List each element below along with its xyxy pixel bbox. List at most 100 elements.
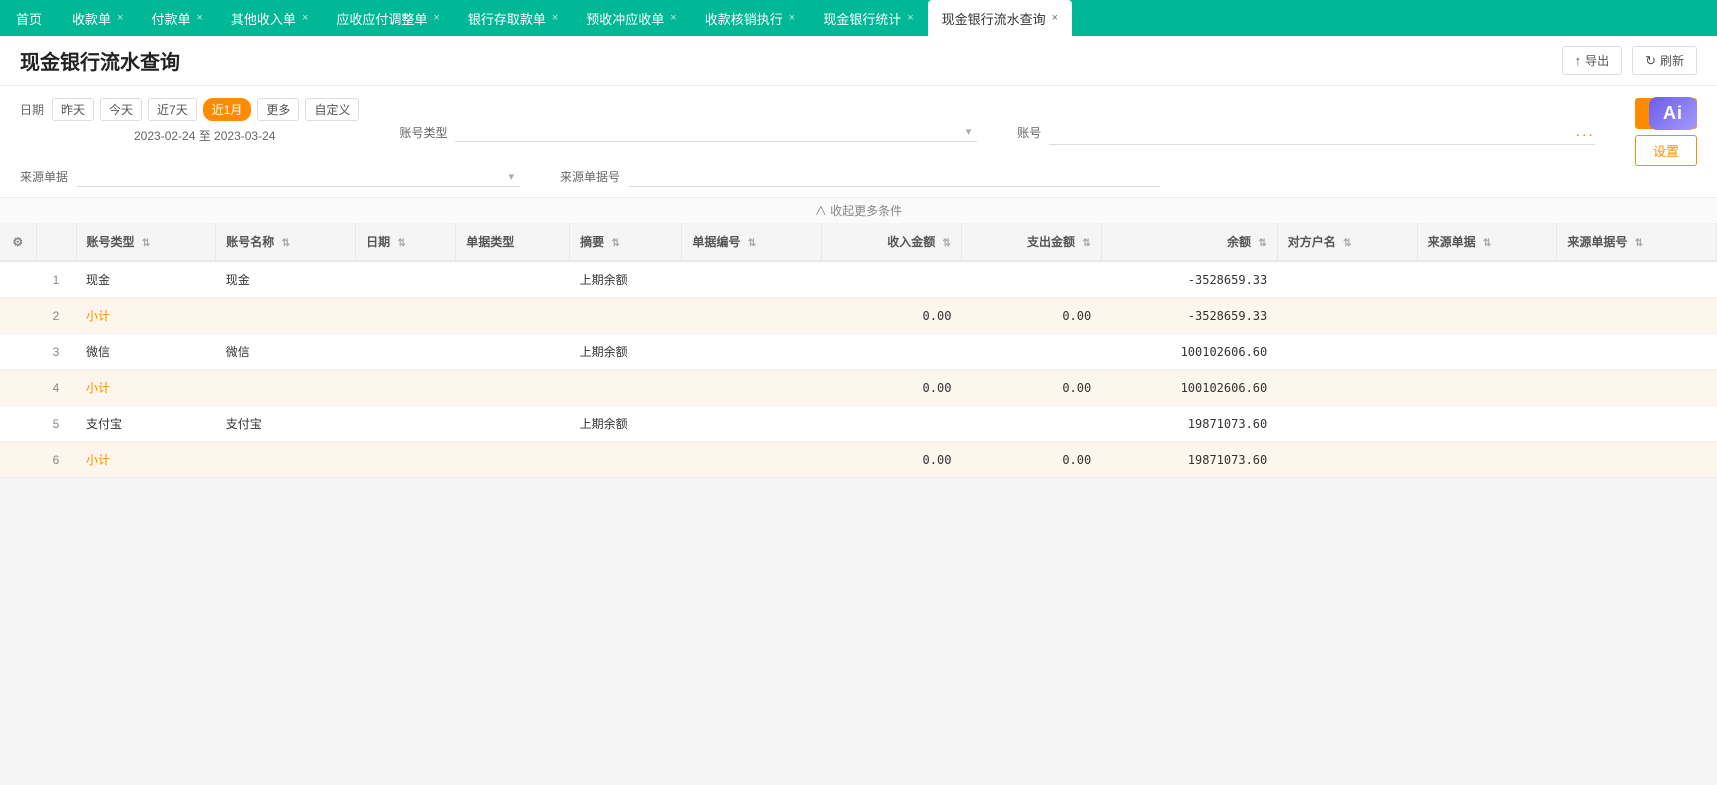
row-counter-party (1277, 298, 1417, 334)
row-num: 4 (36, 370, 76, 406)
date-option-昨天[interactable]: 昨天 (52, 98, 94, 121)
nav-tab-预收冲应收单[interactable]: 预收冲应收单× (572, 0, 690, 36)
collapse-bar[interactable]: ∧ 收起更多条件 (0, 197, 1717, 223)
filter-section-top: 日期 昨天今天近7天近1月更多自定义 2023-02-24 至 2023-03-… (0, 86, 1717, 166)
acct-type-select[interactable]: ▾ (455, 122, 977, 142)
row-date (356, 370, 456, 406)
table-row: 3微信微信上期余额100102606.60 (0, 334, 1717, 370)
export-button[interactable]: ↑ 导出 (1562, 46, 1623, 75)
source-doc-no-filter-group: 来源单据号 (560, 166, 1160, 187)
refresh-button[interactable]: ↻ 刷新 (1632, 46, 1697, 75)
row-acct-type: 小计 (76, 442, 216, 478)
row-income: 0.00 (822, 298, 962, 334)
close-tab-icon[interactable]: × (789, 12, 795, 24)
sort-icon-source-doc[interactable]: ⇅ (1483, 238, 1491, 249)
row-gear-cell (0, 334, 36, 370)
row-acct-name: 现金 (216, 261, 356, 298)
row-acct-name: 微信 (216, 334, 356, 370)
close-tab-icon[interactable]: × (670, 12, 676, 24)
row-counter-party (1277, 261, 1417, 298)
gear-icon: ⚙ (12, 235, 23, 249)
source-doc-select[interactable]: ▾ (76, 167, 520, 187)
sort-icon-counter-party[interactable]: ⇅ (1343, 238, 1351, 249)
refresh-icon: ↻ (1645, 53, 1656, 69)
date-option-今天[interactable]: 今天 (100, 98, 142, 121)
page-title: 现金银行流水查询 (20, 46, 180, 75)
sort-icon-source-doc-no[interactable]: ⇅ (1635, 238, 1643, 249)
close-tab-icon[interactable]: × (117, 12, 123, 24)
row-gear-cell (0, 406, 36, 442)
col-header-acct-type: 账号类型 ⇅ (76, 223, 216, 261)
row-counter-party (1277, 370, 1417, 406)
close-tab-icon[interactable]: × (552, 12, 558, 24)
nav-tab-付款单[interactable]: 付款单× (137, 0, 216, 36)
filter-section-bottom: 来源单据 ▾ 来源单据号 (0, 166, 1717, 197)
table-row: 1现金现金上期余额-3528659.33 (0, 261, 1717, 298)
sort-icon-balance[interactable]: ⇅ (1258, 238, 1266, 249)
date-option-自定义[interactable]: 自定义 (305, 98, 359, 121)
sort-icon-acct-name[interactable]: ⇅ (282, 238, 290, 249)
row-income (822, 261, 962, 298)
row-acct-type: 小计 (76, 370, 216, 406)
row-num: 1 (36, 261, 76, 298)
sort-icon-doc-no[interactable]: ⇅ (748, 238, 756, 249)
nav-tab-银行存取款单[interactable]: 银行存取款单× (454, 0, 572, 36)
collapse-icon: ∧ (815, 204, 830, 218)
row-expense (961, 334, 1101, 370)
close-tab-icon[interactable]: × (196, 12, 202, 24)
table-row: 4小计0.000.00100102606.60 (0, 370, 1717, 406)
export-icon: ↑ (1575, 53, 1582, 68)
row-num: 5 (36, 406, 76, 442)
row-source-doc-no (1557, 406, 1717, 442)
row-doc-type (456, 406, 570, 442)
row-summary: 上期余额 (570, 406, 682, 442)
close-tab-icon[interactable]: × (1052, 12, 1058, 24)
date-option-近1月[interactable]: 近1月 (203, 98, 252, 121)
col-header-income: 收入金额 ⇅ (822, 223, 962, 261)
nav-tab-其他收入单[interactable]: 其他收入单× (217, 0, 322, 36)
sort-icon-date[interactable]: ⇅ (397, 238, 405, 249)
close-tab-icon[interactable]: × (302, 12, 308, 24)
nav-tab-收款单[interactable]: 收款单× (58, 0, 137, 36)
source-doc-label: 来源单据 (20, 168, 68, 185)
col-header-summary: 摘要 ⇅ (570, 223, 682, 261)
col-header-date: 日期 ⇅ (356, 223, 456, 261)
nav-home[interactable]: 首页 (0, 0, 58, 36)
acct-num-more-button[interactable]: ... (1576, 123, 1595, 141)
date-option-近7天[interactable]: 近7天 (148, 98, 197, 121)
table-settings-col[interactable]: ⚙ (0, 223, 36, 261)
source-doc-filter-group: 来源单据 ▾ (20, 166, 520, 187)
ai-badge[interactable]: Ai (1649, 97, 1697, 130)
acct-type-label: 账号类型 (399, 124, 447, 141)
col-header-doc-type: 单据类型 (456, 223, 570, 261)
date-option-更多[interactable]: 更多 (257, 98, 299, 121)
nav-tab-收款核销执行[interactable]: 收款核销执行× (691, 0, 809, 36)
nav-tab-现金银行统计[interactable]: 现金银行统计× (809, 0, 927, 36)
nav-tab-现金银行流水查询[interactable]: 现金银行流水查询× (928, 0, 1072, 36)
nav-tab-应收应付调整单[interactable]: 应收应付调整单× (322, 0, 453, 36)
acct-num-filter-group: 账号 ... (1017, 98, 1595, 166)
sort-icon-acct-type[interactable]: ⇅ (142, 238, 150, 249)
sort-icon-income[interactable]: ⇅ (943, 238, 951, 249)
row-doc-no (682, 334, 822, 370)
col-header-num (36, 223, 76, 261)
sort-icon-summary[interactable]: ⇅ (611, 238, 619, 249)
row-acct-name (216, 370, 356, 406)
row-acct-name: 支付宝 (216, 406, 356, 442)
sort-icon-expense[interactable]: ⇅ (1082, 238, 1090, 249)
row-acct-type: 现金 (76, 261, 216, 298)
header-actions: ↑ 导出 ↻ 刷新 (1562, 46, 1697, 75)
close-tab-icon[interactable]: × (907, 12, 913, 24)
close-tab-icon[interactable]: × (433, 12, 439, 24)
setting-button[interactable]: 设置 (1635, 135, 1697, 166)
row-acct-type: 支付宝 (76, 406, 216, 442)
row-summary: 上期余额 (570, 261, 682, 298)
row-date (356, 442, 456, 478)
row-doc-type (456, 442, 570, 478)
row-doc-no (682, 406, 822, 442)
row-summary (570, 442, 682, 478)
row-source-doc (1417, 370, 1557, 406)
row-summary: 上期余额 (570, 334, 682, 370)
source-doc-no-input[interactable] (628, 166, 1160, 187)
row-expense: 0.00 (961, 442, 1101, 478)
